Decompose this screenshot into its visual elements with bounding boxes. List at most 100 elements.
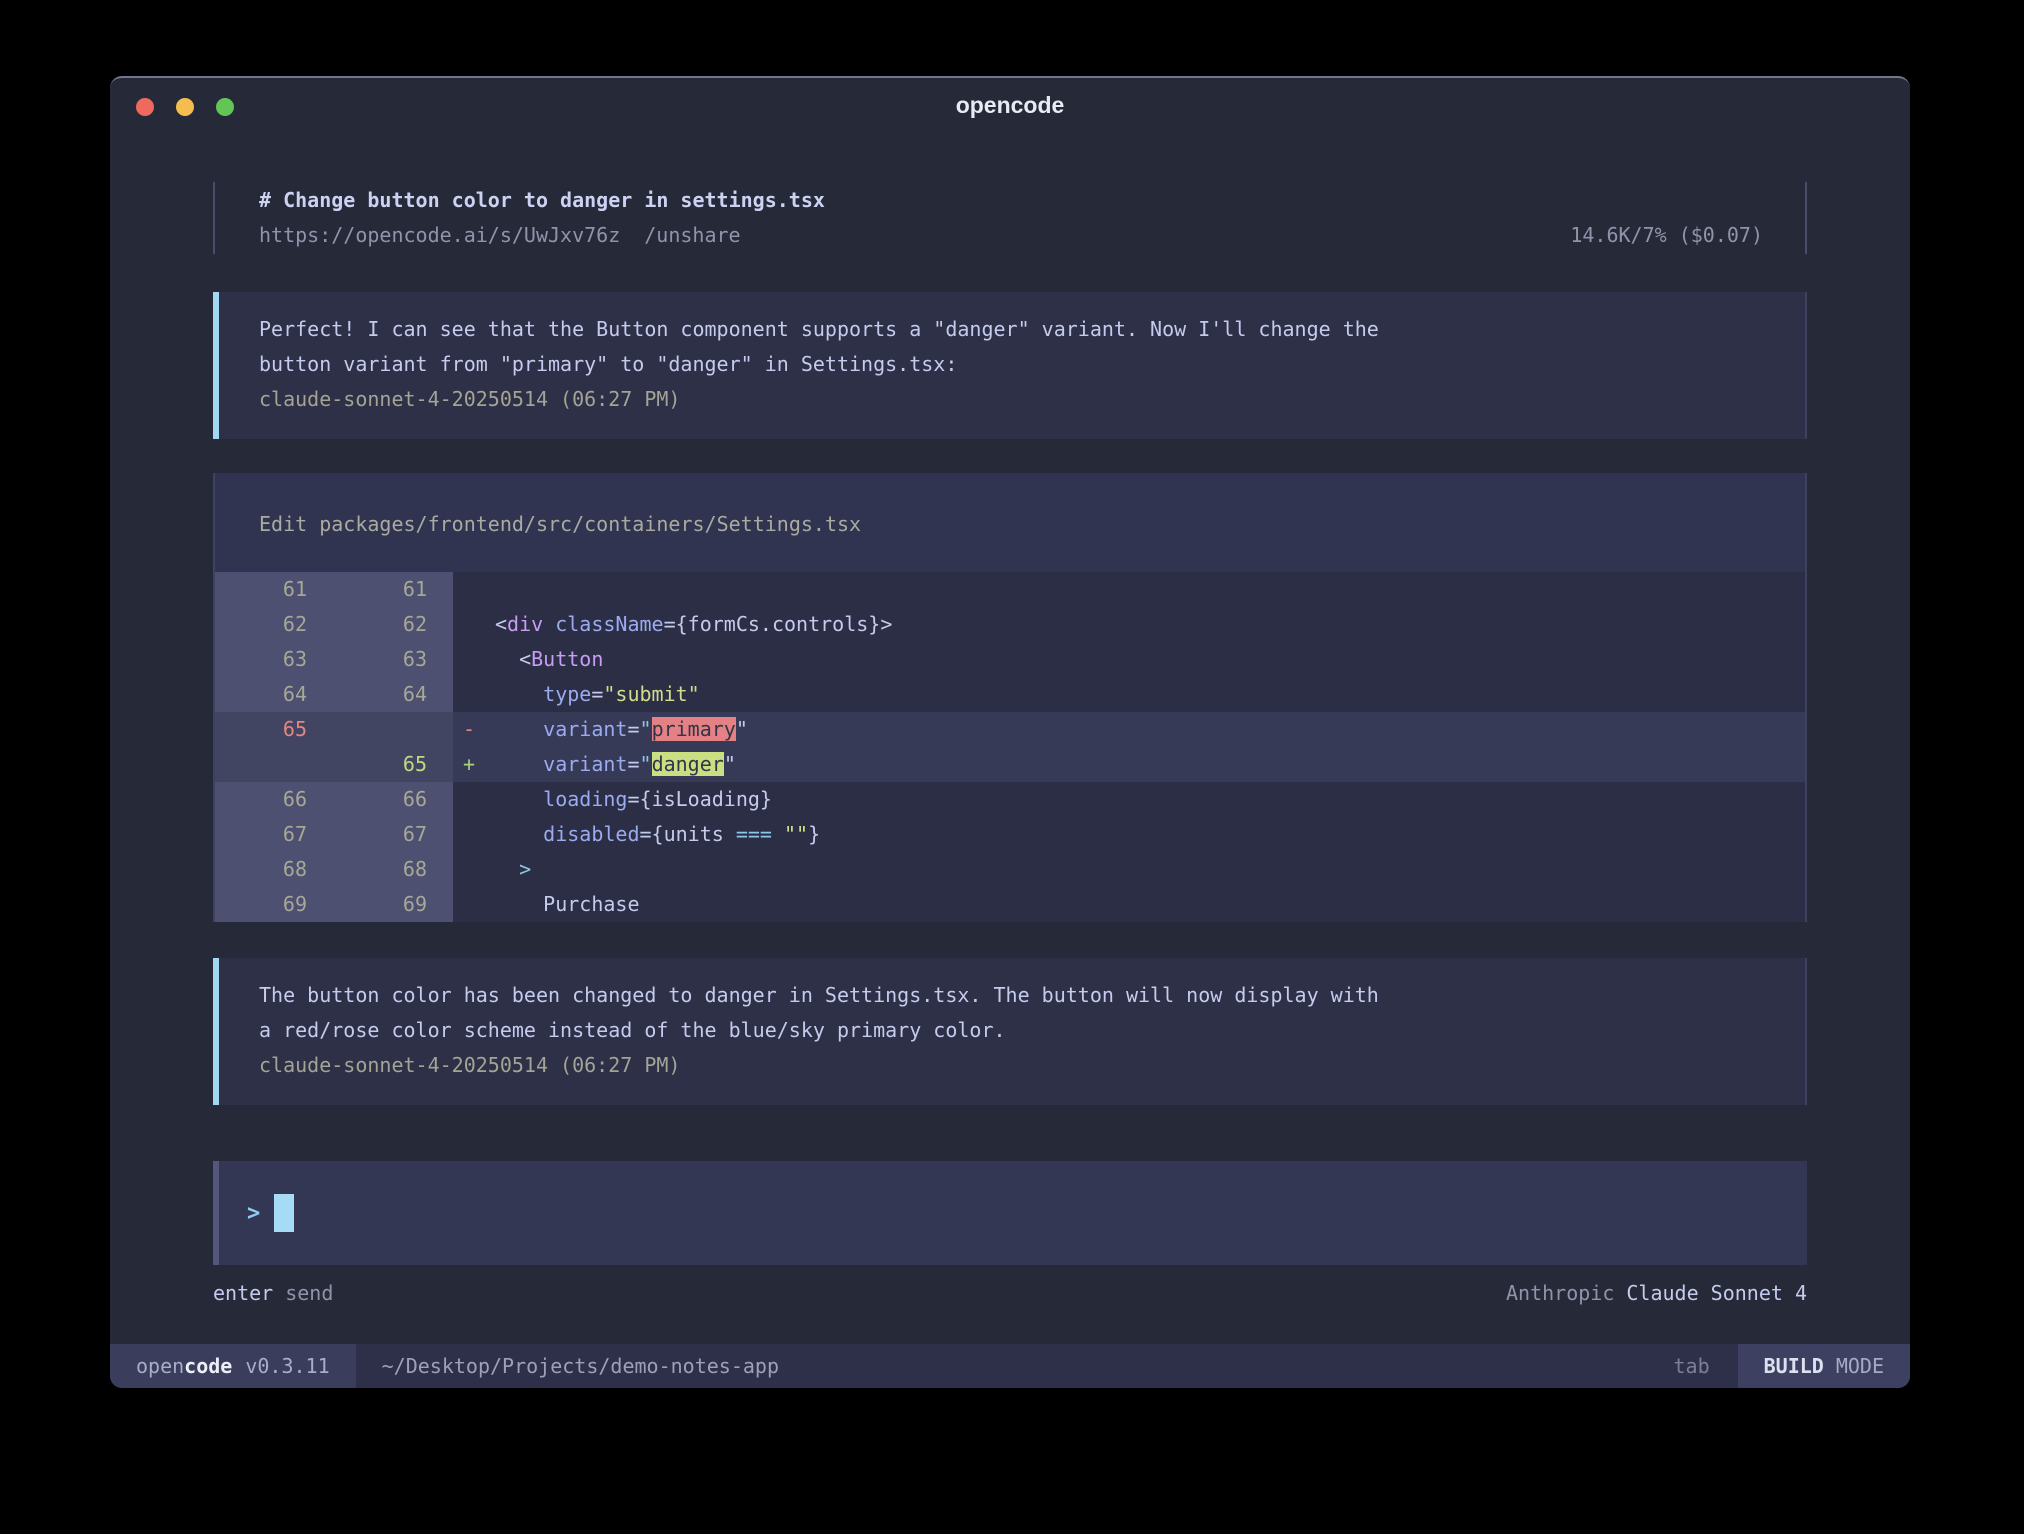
diff-code-line: loading={isLoading} (495, 782, 1805, 817)
code-token: danger (652, 752, 724, 776)
diff-new-lineno: 67 (333, 817, 453, 852)
diff-new-lineno: 66 (333, 782, 453, 817)
code-token (543, 612, 555, 636)
code-token: = (627, 752, 639, 776)
diff-old-lineno: 65 (215, 712, 333, 747)
diff-sign (453, 817, 495, 852)
diff-sign (453, 572, 495, 607)
code-token (495, 892, 543, 916)
code-token: type (543, 682, 591, 706)
code-token: < (495, 612, 507, 636)
diff-row: 6262 <div className={formCs.controls}> (215, 607, 1805, 642)
diff-old-lineno (215, 747, 333, 782)
diff-old-lineno: 64 (215, 677, 333, 712)
assistant-message: Perfect! I can see that the Button compo… (213, 292, 1807, 439)
code-token: === (736, 822, 772, 846)
code-token (495, 682, 543, 706)
app-version-chip: opencode v0.3.11 (110, 1344, 356, 1388)
diff-code-line: Purchase (495, 887, 1805, 922)
code-token: = (640, 822, 652, 846)
diff-code-line: <Button (495, 642, 1805, 677)
code-token: div (507, 612, 543, 636)
edit-tool-header: Edit packages/frontend/src/containers/Se… (215, 473, 1805, 572)
message-line: a red/rose color scheme instead of the b… (259, 1013, 1805, 1048)
main-content: # Change button color to danger in setti… (110, 134, 1910, 1344)
diff-code-line: type="submit" (495, 677, 1805, 712)
titlebar: opencode (110, 78, 1910, 134)
diff-new-lineno: 63 (333, 642, 453, 677)
message-line: button variant from "primary" to "danger… (259, 347, 1805, 382)
share-url[interactable]: https://opencode.ai/s/UwJxv76z (259, 218, 620, 253)
diff-row: 6868 > (215, 852, 1805, 887)
diff-code-line: disabled={units === ""} (495, 817, 1805, 852)
edit-file-path: packages/frontend/src/containers/Setting… (319, 512, 861, 536)
diff-code-line: <div className={formCs.controls}> (495, 607, 1805, 642)
prompt-chevron-icon: > (247, 1201, 260, 1226)
diff-new-lineno: 62 (333, 607, 453, 642)
code-token: = (664, 612, 676, 636)
diff-new-lineno: 61 (333, 572, 453, 607)
prompt-input[interactable]: > (213, 1161, 1807, 1265)
app-version: v0.3.11 (245, 1354, 329, 1378)
session-header: # Change button color to danger in setti… (213, 182, 1807, 254)
build-mode-chip[interactable]: BUILD MODE (1738, 1344, 1910, 1388)
code-token: disabled (543, 822, 639, 846)
diff-old-lineno: 69 (215, 887, 333, 922)
diff-new-lineno: 65 (333, 747, 453, 782)
diff-code-line (495, 572, 1805, 607)
code-token: primary (652, 717, 736, 741)
code-token: = (627, 717, 639, 741)
session-title: # Change button color to danger in setti… (215, 183, 1805, 218)
message-line: Perfect! I can see that the Button compo… (259, 312, 1805, 347)
unshare-command[interactable]: /unshare (644, 218, 740, 253)
diff-sign: - (453, 712, 495, 747)
diff-old-lineno: 62 (215, 607, 333, 642)
diff-view: 61616262 <div className={formCs.controls}… (215, 572, 1805, 922)
code-token (772, 822, 784, 846)
code-token (495, 822, 543, 846)
diff-new-lineno: 69 (333, 887, 453, 922)
code-token: variant (543, 717, 627, 741)
diff-sign (453, 607, 495, 642)
code-token: = (627, 787, 639, 811)
diff-sign (453, 677, 495, 712)
window-title: opencode (110, 92, 1910, 119)
context-stats: 14.6K/7% ($0.07) (1570, 218, 1763, 253)
code-token: < (495, 647, 531, 671)
diff-old-lineno: 63 (215, 642, 333, 677)
code-token: > (519, 857, 531, 881)
code-token: > (880, 612, 892, 636)
diff-code-line: > (495, 852, 1805, 887)
code-token (495, 752, 543, 776)
working-directory: ~/Desktop/Projects/demo-notes-app (382, 1354, 779, 1378)
code-token (495, 857, 519, 881)
diff-row: 6363 <Button (215, 642, 1805, 677)
diff-sign (453, 852, 495, 887)
enter-key-hint: enter (213, 1279, 273, 1307)
app-name-code: code (184, 1354, 232, 1378)
hint-row: enter send Anthropic Claude Sonnet 4 (213, 1279, 1807, 1307)
diff-old-lineno: 68 (215, 852, 333, 887)
provider-label: Anthropic (1506, 1279, 1614, 1307)
model-label[interactable]: Claude Sonnet 4 (1626, 1279, 1807, 1307)
code-token: {formCs.controls} (676, 612, 881, 636)
diff-code-line: variant="danger" (495, 747, 1805, 782)
status-bar: opencode v0.3.11 ~/Desktop/Projects/demo… (110, 1344, 1910, 1388)
diff-sign (453, 642, 495, 677)
diff-row: 6767 disabled={units === ""} (215, 817, 1805, 852)
code-token: " (640, 752, 652, 776)
mode-name: BUILD (1764, 1354, 1824, 1378)
diff-old-lineno: 66 (215, 782, 333, 817)
diff-row: 6666 loading={isLoading} (215, 782, 1805, 817)
diff-row: 6161 (215, 572, 1805, 607)
diff-new-lineno: 64 (333, 677, 453, 712)
diff-row: 6969 Purchase (215, 887, 1805, 922)
code-token: } (808, 822, 820, 846)
code-token (495, 717, 543, 741)
assistant-message: The button color has been changed to dan… (213, 958, 1807, 1105)
edit-tool-block: Edit packages/frontend/src/containers/Se… (213, 473, 1807, 922)
code-token: " (724, 752, 736, 776)
tab-key-hint[interactable]: tab (1673, 1354, 1709, 1378)
diff-sign (453, 782, 495, 817)
app-window: opencode # Change button color to danger… (110, 76, 1910, 1388)
